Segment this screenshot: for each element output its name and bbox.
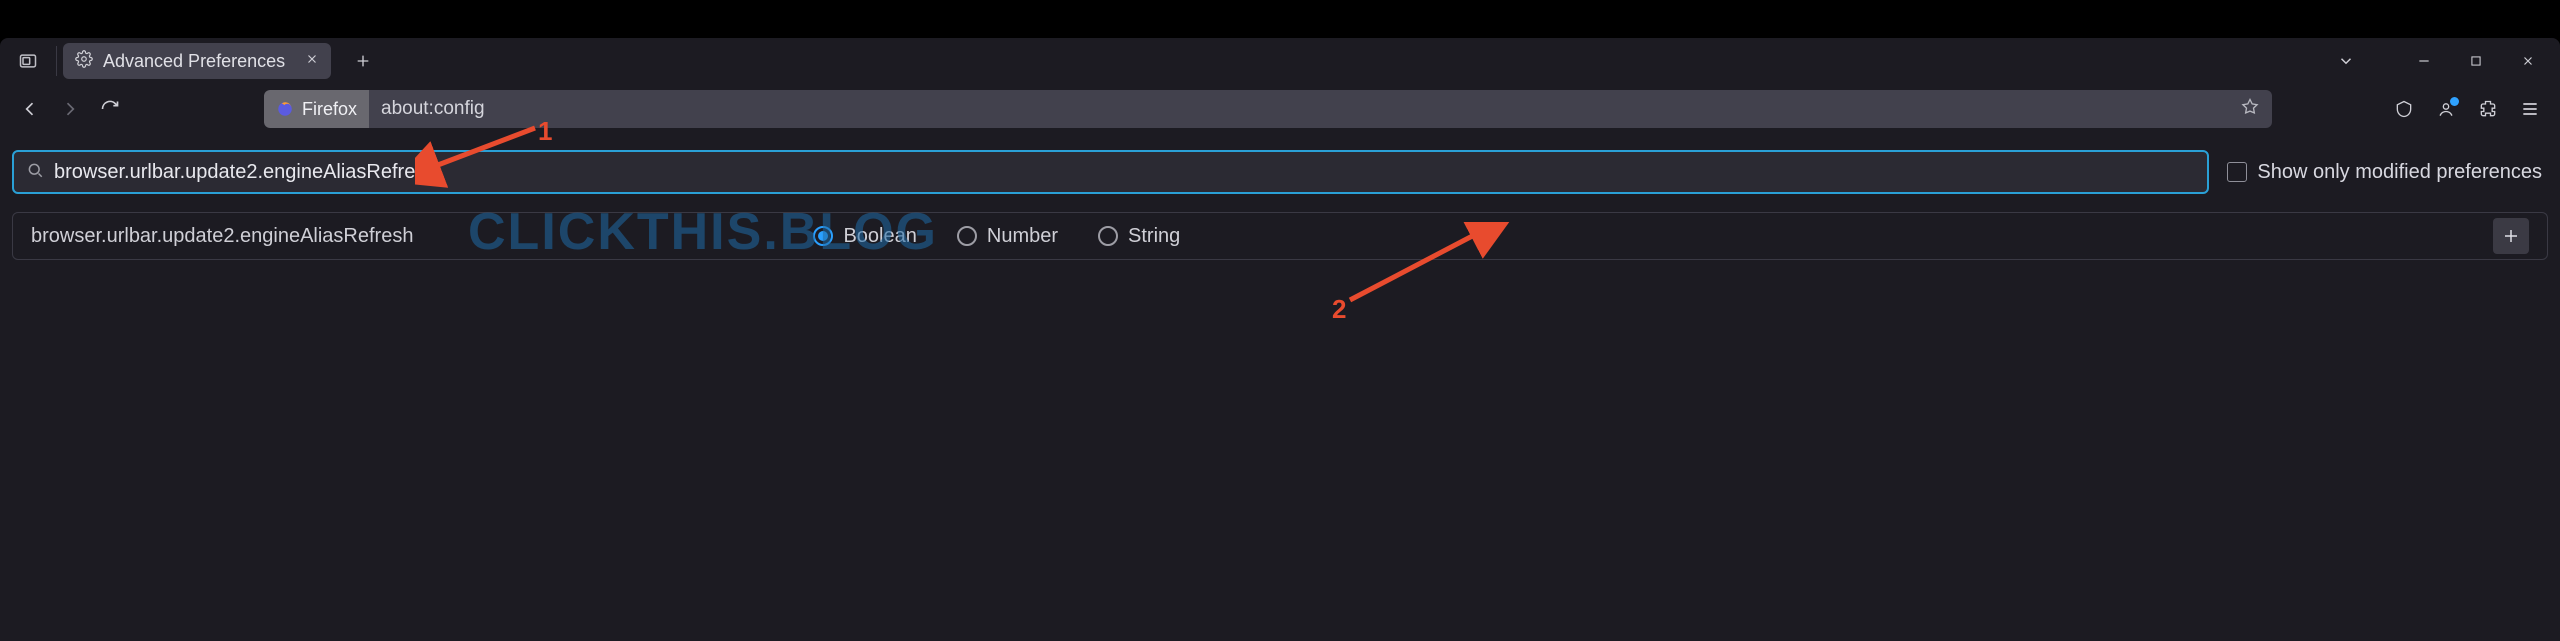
- tab-separator: [56, 46, 57, 76]
- search-icon: [26, 161, 44, 184]
- url-text: about:config: [369, 98, 497, 120]
- show-modified-label: Show only modified preferences: [2257, 161, 2542, 184]
- identity-box[interactable]: Firefox: [264, 90, 369, 128]
- preference-search-input[interactable]: [54, 161, 2195, 184]
- bookmark-star-icon[interactable]: [2228, 97, 2272, 122]
- radio-boolean[interactable]: Boolean: [813, 225, 916, 248]
- maximize-button[interactable]: [2450, 39, 2502, 83]
- radio-string[interactable]: String: [1098, 225, 1180, 248]
- about-config-content: Show only modified preferences browser.u…: [0, 134, 2560, 641]
- app-menu-icon[interactable]: [2510, 89, 2550, 129]
- notification-dot-icon: [2450, 97, 2459, 106]
- radio-number[interactable]: Number: [957, 225, 1058, 248]
- firefox-logo-icon: [276, 100, 294, 118]
- window-controls: [2398, 39, 2554, 83]
- radio-boolean-label: Boolean: [843, 225, 916, 248]
- radio-unchecked-icon: [957, 226, 977, 246]
- radio-number-label: Number: [987, 225, 1058, 248]
- preference-type-radios: Boolean Number String: [813, 225, 1180, 248]
- back-button[interactable]: [10, 89, 50, 129]
- url-bar[interactable]: Firefox about:config: [264, 90, 2272, 128]
- preference-name: browser.urlbar.update2.engineAliasRefres…: [31, 225, 413, 248]
- add-preference-button[interactable]: [2493, 218, 2529, 254]
- list-all-tabs-icon[interactable]: [6, 39, 50, 83]
- gear-icon: [75, 50, 93, 73]
- letterbox-top: [0, 0, 2560, 38]
- radio-unchecked-icon: [1098, 226, 1118, 246]
- tab-title: Advanced Preferences: [103, 51, 285, 72]
- tab-advanced-preferences[interactable]: Advanced Preferences: [63, 43, 331, 79]
- identity-label: Firefox: [302, 99, 357, 120]
- tab-strip: Advanced Preferences: [0, 38, 2560, 84]
- pocket-icon[interactable]: [2384, 89, 2424, 129]
- extensions-icon[interactable]: [2468, 89, 2508, 129]
- checkbox-icon: [2227, 162, 2247, 182]
- radio-checked-icon: [813, 226, 833, 246]
- preference-search-box[interactable]: [12, 150, 2209, 194]
- reload-button[interactable]: [90, 89, 130, 129]
- minimize-button[interactable]: [2398, 39, 2450, 83]
- radio-string-label: String: [1128, 225, 1180, 248]
- search-row: Show only modified preferences: [0, 150, 2560, 194]
- close-window-button[interactable]: [2502, 39, 2554, 83]
- account-icon[interactable]: [2426, 89, 2466, 129]
- new-tab-button[interactable]: [345, 43, 381, 79]
- nav-toolbar: Firefox about:config: [0, 84, 2560, 134]
- forward-button[interactable]: [50, 89, 90, 129]
- tabs-overflow-icon[interactable]: [2324, 39, 2368, 83]
- preference-row: browser.urlbar.update2.engineAliasRefres…: [12, 212, 2548, 260]
- close-tab-icon[interactable]: [285, 52, 319, 71]
- show-modified-checkbox[interactable]: Show only modified preferences: [2227, 161, 2548, 184]
